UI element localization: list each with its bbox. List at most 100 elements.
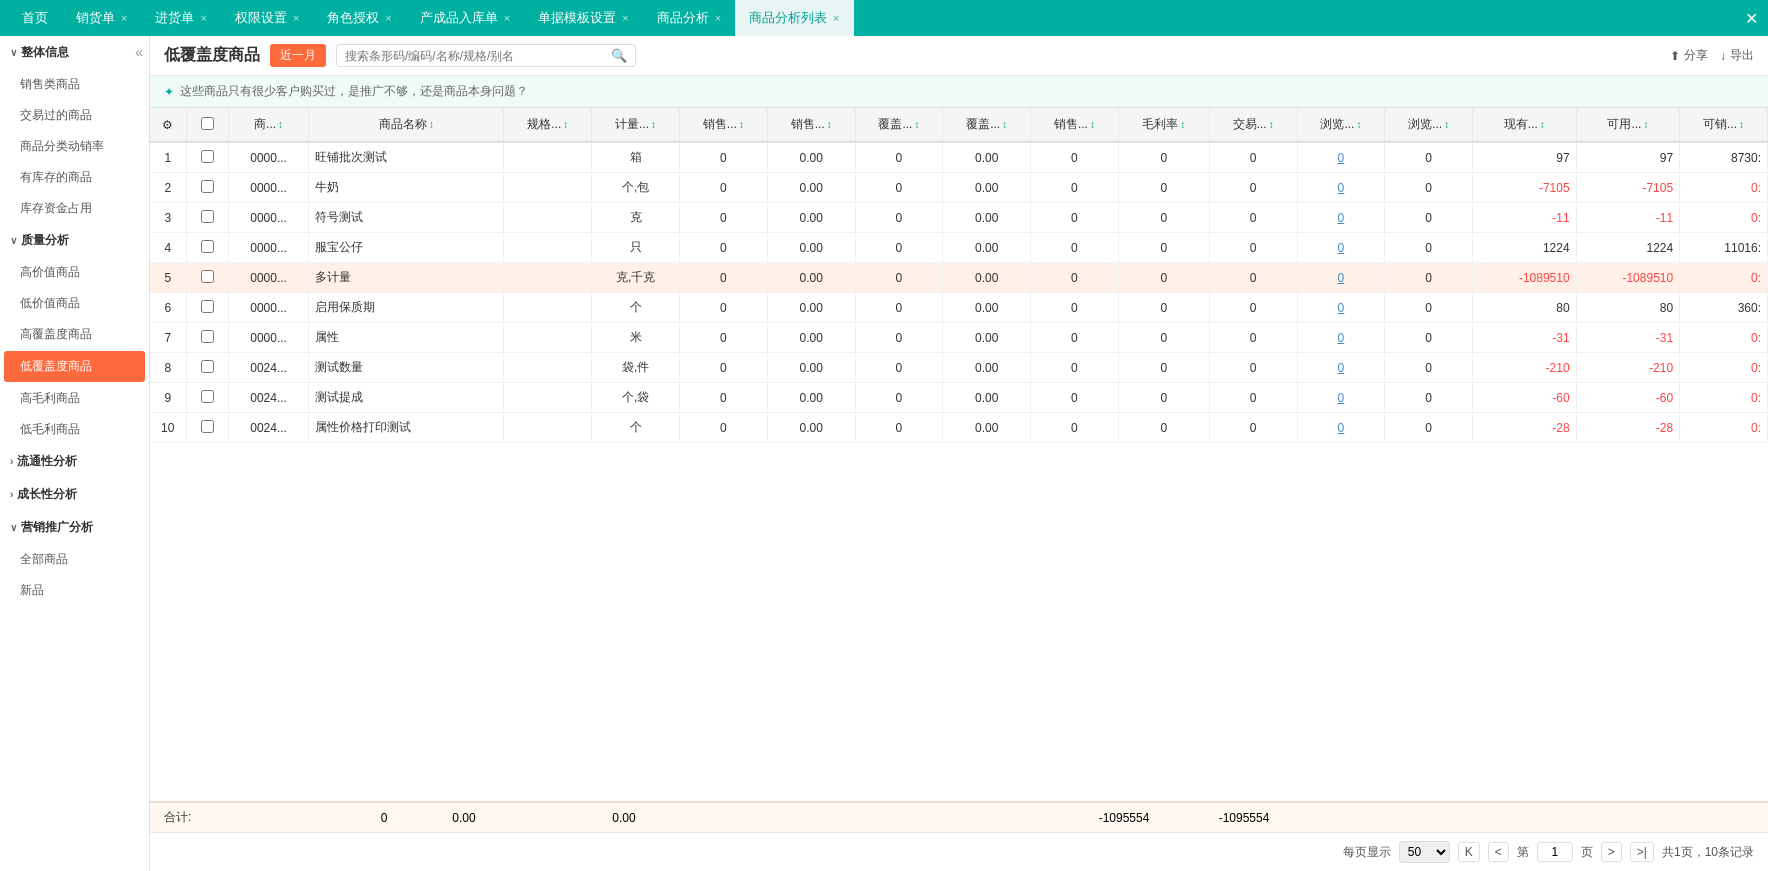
row-browse-a[interactable]: 0 [1297, 263, 1385, 293]
row-checkbox[interactable] [186, 142, 228, 173]
sidebar-collapse-button[interactable]: « [135, 44, 143, 60]
th-sales-amt[interactable]: 销售...↕ [767, 108, 855, 142]
sidebar-item-in-stock[interactable]: 有库存的商品 [0, 162, 149, 193]
select-all-checkbox[interactable] [201, 117, 214, 130]
sidebar-item-capital-usage[interactable]: 库存资金占用 [0, 193, 149, 224]
th-sales-qty[interactable]: 销售...↕ [679, 108, 767, 142]
th-settings[interactable]: ⚙ [150, 108, 186, 142]
th-cov-a[interactable]: 覆盖...↕ [855, 108, 943, 142]
row-unit: 米 [592, 323, 680, 353]
th-transaction[interactable]: 交易...↕ [1209, 108, 1297, 142]
row-browse-a[interactable]: 0 [1297, 293, 1385, 323]
share-button[interactable]: ⬆ 分享 [1670, 47, 1708, 64]
row-cov-b: 0.00 [943, 293, 1031, 323]
row-available: -11 [1576, 203, 1680, 233]
data-table-wrapper[interactable]: ⚙ 商...↕ 商品名称↕ 规格...↕ 计量...↕ 销售...↕ 销售...… [150, 108, 1768, 801]
sidebar-item-high-profit[interactable]: 高毛利商品 [0, 383, 149, 414]
th-gross-rate[interactable]: 毛利率↕ [1118, 108, 1209, 142]
th-spec[interactable]: 规格...↕ [504, 108, 592, 142]
row-checkbox[interactable] [186, 233, 228, 263]
nav-tab-products-in[interactable]: 产成品入库单 × [406, 0, 524, 36]
prev-page-button[interactable]: < [1488, 842, 1509, 862]
sidebar-section-flow[interactable]: › 流通性分析 [0, 445, 149, 478]
row-sales-qty: 0 [679, 203, 767, 233]
close-purchase-icon[interactable]: × [200, 12, 206, 24]
sidebar-section-growth[interactable]: › 成长性分析 [0, 478, 149, 511]
close-all-button[interactable]: ✕ [1745, 9, 1758, 28]
row-cov-b: 0.00 [943, 413, 1031, 443]
nav-tab-home[interactable]: 首页 [8, 0, 62, 36]
th-code[interactable]: 商...↕ [228, 108, 309, 142]
sidebar-item-low-coverage[interactable]: 低覆盖度商品 [4, 351, 145, 382]
total-row: 合计: 0 0.00 0.00 -1095554 -1095554 [150, 801, 1768, 832]
row-checkbox[interactable] [186, 173, 228, 203]
th-cov-b[interactable]: 覆盖...↕ [943, 108, 1031, 142]
th-unit[interactable]: 计量...↕ [592, 108, 680, 142]
row-browse-a[interactable]: 0 [1297, 353, 1385, 383]
row-checkbox[interactable] [186, 413, 228, 443]
export-button[interactable]: ↓ 导出 [1720, 47, 1754, 64]
row-browse-a[interactable]: 0 [1297, 323, 1385, 353]
nav-tab-analysis-list[interactable]: 商品分析列表 × [735, 0, 853, 36]
row-browse-a[interactable]: 0 [1297, 142, 1385, 173]
section-arrow-marketing: ∨ [10, 522, 17, 533]
close-roles-icon[interactable]: × [385, 12, 391, 24]
row-checkbox[interactable] [186, 383, 228, 413]
row-browse-a[interactable]: 0 [1297, 233, 1385, 263]
sidebar-section-marketing[interactable]: ∨ 营销推广分析 [0, 511, 149, 544]
sidebar-item-traded-goods[interactable]: 交易过的商品 [0, 100, 149, 131]
first-page-button[interactable]: K [1458, 842, 1480, 862]
period-button[interactable]: 近一月 [270, 44, 326, 67]
th-sellable[interactable]: 可销...↕ [1680, 108, 1768, 142]
row-checkbox[interactable] [186, 323, 228, 353]
sidebar-section-overall[interactable]: ∨ 整体信息 [0, 36, 149, 69]
close-sales-icon[interactable]: × [121, 12, 127, 24]
sidebar-item-high-coverage[interactable]: 高覆盖度商品 [0, 319, 149, 350]
search-input[interactable] [345, 49, 611, 63]
page-number-input[interactable] [1537, 842, 1573, 862]
th-name[interactable]: 商品名称↕ [309, 108, 504, 142]
row-transaction: 0 [1209, 383, 1297, 413]
nav-tab-template[interactable]: 单据模板设置 × [524, 0, 642, 36]
row-checkbox[interactable] [186, 263, 228, 293]
th-sales-c[interactable]: 销售...↕ [1031, 108, 1119, 142]
sidebar-item-activity-rate[interactable]: 商品分类动销率 [0, 131, 149, 162]
row-sellable: 0: [1680, 353, 1768, 383]
last-page-button[interactable]: >| [1630, 842, 1654, 862]
nav-tab-roles[interactable]: 角色授权 × [313, 0, 405, 36]
sidebar-section-quality[interactable]: ∨ 质量分析 [0, 224, 149, 257]
sidebar-item-low-value[interactable]: 低价值商品 [0, 288, 149, 319]
nav-tab-analysis[interactable]: 商品分析 × [643, 0, 735, 36]
close-permissions-icon[interactable]: × [293, 12, 299, 24]
row-browse-a[interactable]: 0 [1297, 173, 1385, 203]
nav-tab-purchase[interactable]: 进货单 × [141, 0, 220, 36]
th-current[interactable]: 现有...↕ [1473, 108, 1577, 142]
th-browse-a[interactable]: 浏览...↕ [1297, 108, 1385, 142]
th-available[interactable]: 可用...↕ [1576, 108, 1680, 142]
close-analysis-icon[interactable]: × [715, 12, 721, 24]
nav-tab-sales[interactable]: 销货单 × [62, 0, 141, 36]
page-size-select[interactable]: 50 20 100 200 [1399, 841, 1450, 863]
row-browse-b: 0 [1385, 383, 1473, 413]
th-checkbox[interactable] [186, 108, 228, 142]
sidebar-item-low-profit[interactable]: 低毛利商品 [0, 414, 149, 445]
row-browse-a[interactable]: 0 [1297, 203, 1385, 233]
row-browse-a[interactable]: 0 [1297, 383, 1385, 413]
sidebar-item-sales-goods[interactable]: 销售类商品 [0, 69, 149, 100]
next-page-button[interactable]: > [1601, 842, 1622, 862]
row-spec [504, 323, 592, 353]
close-template-icon[interactable]: × [622, 12, 628, 24]
close-analysis-list-icon[interactable]: × [833, 12, 839, 24]
nav-tab-permissions[interactable]: 权限设置 × [221, 0, 313, 36]
row-checkbox[interactable] [186, 293, 228, 323]
sidebar-item-new-goods[interactable]: 新品 [0, 575, 149, 606]
sidebar-item-high-value[interactable]: 高价值商品 [0, 257, 149, 288]
sidebar-item-all-goods[interactable]: 全部商品 [0, 544, 149, 575]
row-checkbox[interactable] [186, 353, 228, 383]
th-browse-b[interactable]: 浏览...↕ [1385, 108, 1473, 142]
row-checkbox[interactable] [186, 203, 228, 233]
row-browse-a[interactable]: 0 [1297, 413, 1385, 443]
export-icon: ↓ [1720, 49, 1726, 63]
row-current: -7105 [1473, 173, 1577, 203]
close-products-in-icon[interactable]: × [504, 12, 510, 24]
